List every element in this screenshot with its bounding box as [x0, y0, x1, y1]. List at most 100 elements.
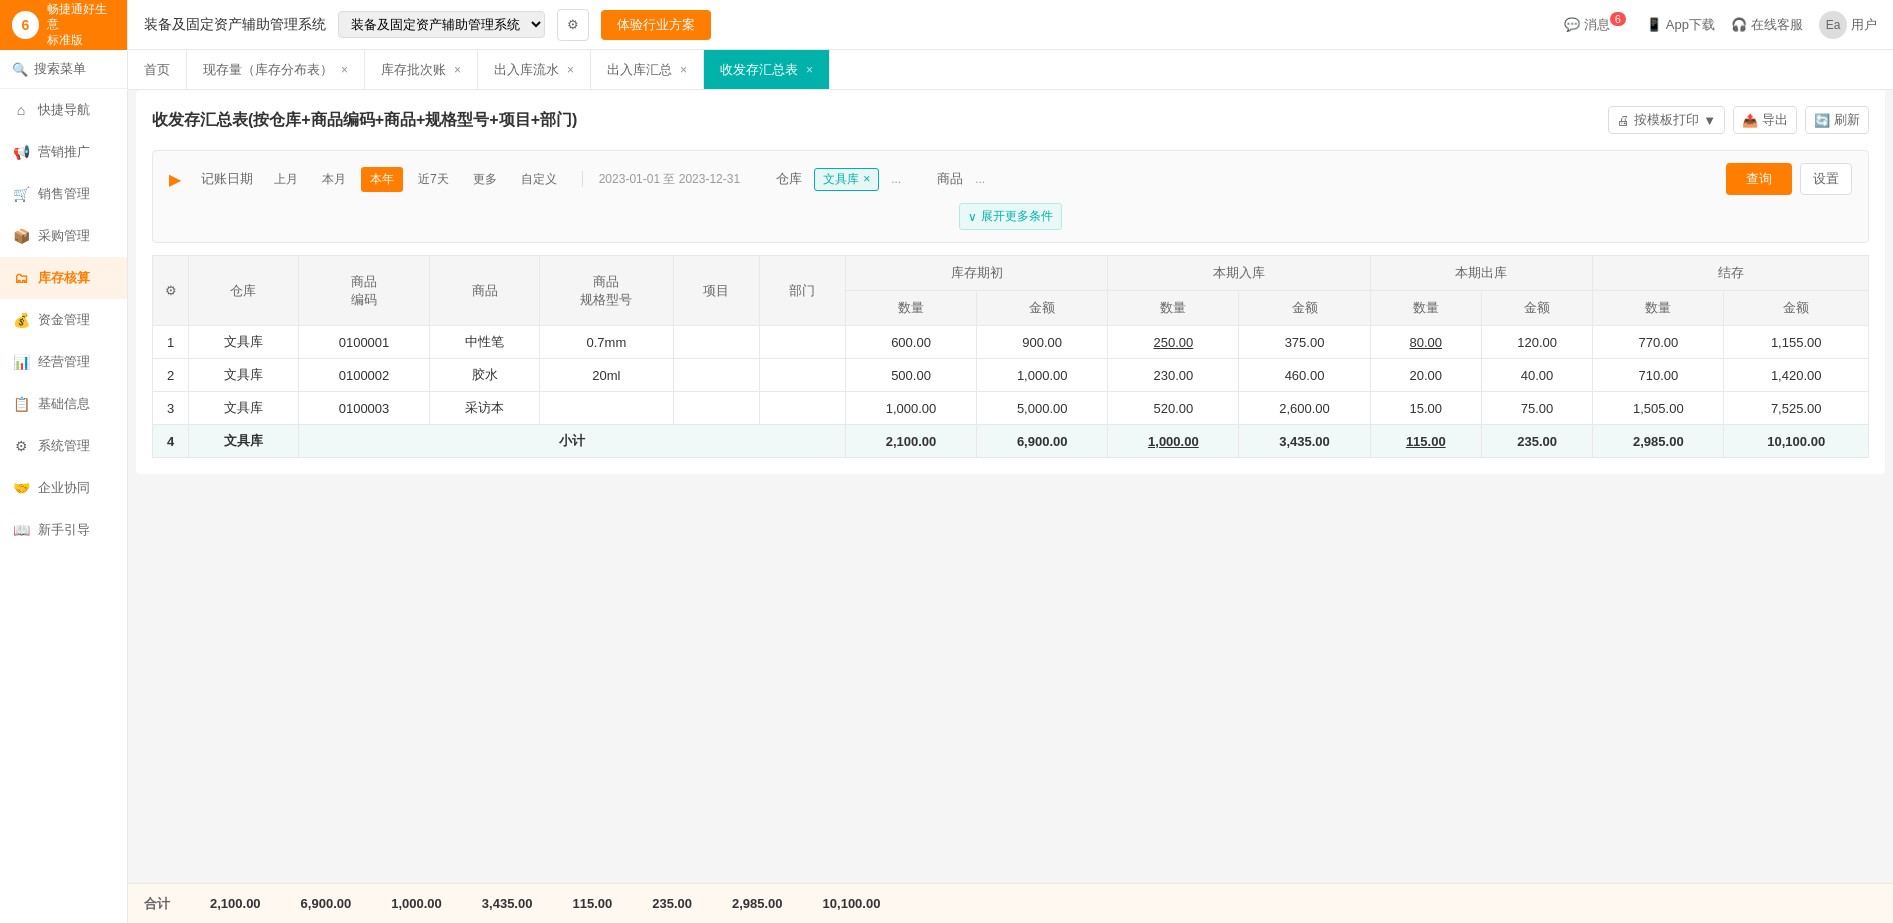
- app-logo-text: 畅捷通好生意 标准版: [47, 2, 115, 49]
- row-inbound-qty[interactable]: 250.00: [1108, 326, 1239, 359]
- row-balance-amt: 1,420.00: [1724, 359, 1869, 392]
- message-icon: 💬: [1564, 17, 1580, 32]
- sidebar-item-basic[interactable]: 📋基础信息: [0, 383, 127, 425]
- warehouse-tag-close-btn[interactable]: ×: [863, 172, 870, 186]
- message-btn[interactable]: 💬 消息 6: [1564, 16, 1630, 34]
- sidebar-item-enterprise[interactable]: 🤝企业协同: [0, 467, 127, 509]
- date-btn-更多[interactable]: 更多: [464, 167, 506, 192]
- col-goods-spec-header: 商品规格型号: [540, 256, 674, 326]
- goods-more-btn[interactable]: ...: [975, 172, 985, 186]
- row-goods-spec: 20ml: [540, 359, 674, 392]
- total-label: 合计: [144, 895, 170, 913]
- tab-home[interactable]: 首页: [128, 50, 187, 90]
- sidebar-item-label-guide: 新手引导: [38, 521, 90, 539]
- sidebar-item-label-inventory: 库存核算: [38, 269, 90, 287]
- tab-close-inventory-dist[interactable]: ×: [341, 63, 348, 77]
- query-btn[interactable]: 查询: [1726, 163, 1792, 195]
- date-btn-自定义[interactable]: 自定义: [512, 167, 566, 192]
- row-balance-amt: 1,155.00: [1724, 326, 1869, 359]
- table-header-row-1: ⚙ 仓库 商品编码 商品 商品规格型号 项目 部门 库存期初 本期入库 本期出库…: [153, 256, 1869, 291]
- page-title-actions: 🖨 按模板打印 ▼ 📤 导出 🔄 刷新: [1608, 106, 1869, 134]
- table-row: 1 文具库 0100001 中性笔 0.7mm 600.00 900.00 25…: [153, 326, 1869, 359]
- app-download-label: App下载: [1666, 16, 1715, 34]
- content-area: 收发存汇总表(按仓库+商品编码+商品+规格型号+项目+部门) 🖨 按模板打印 ▼…: [136, 90, 1885, 474]
- export-btn[interactable]: 📤 导出: [1733, 106, 1797, 134]
- tab-close-receive-summary[interactable]: ×: [806, 63, 813, 77]
- subtotal-opening-qty: 2,100.00: [845, 425, 976, 458]
- online-service-label: 在线客服: [1751, 16, 1803, 34]
- tab-close-batch[interactable]: ×: [454, 63, 461, 77]
- user-btn[interactable]: Ea 用户: [1819, 11, 1877, 39]
- row-opening-amt: 1,000.00: [977, 359, 1108, 392]
- tab-inout-flow[interactable]: 出入库流水×: [478, 50, 591, 90]
- expand-arrow-btn[interactable]: ▶: [169, 170, 181, 189]
- tab-inout-summary[interactable]: 出入库汇总×: [591, 50, 704, 90]
- sidebar-item-label-purchase: 采购管理: [38, 227, 90, 245]
- col-opening-amt-header: 金额: [977, 291, 1108, 326]
- sidebar-logo: 6 畅捷通好生意 标准版: [0, 0, 127, 50]
- col-outbound-amt-header: 金额: [1481, 291, 1592, 326]
- col-inbound-amt-header: 金额: [1239, 291, 1370, 326]
- app-logo-icon: 6: [12, 11, 39, 39]
- row-balance-amt: 7,525.00: [1724, 392, 1869, 425]
- finance-icon: 💰: [12, 311, 30, 329]
- row-goods-code: 0100002: [298, 359, 429, 392]
- row-opening-amt: 5,000.00: [977, 392, 1108, 425]
- warehouse-more-btn[interactable]: ...: [891, 172, 901, 186]
- phone-icon: 📱: [1646, 17, 1662, 32]
- sidebar-item-label-enterprise: 企业协同: [38, 479, 90, 497]
- experience-industry-btn[interactable]: 体验行业方案: [601, 10, 711, 40]
- topbar-right: 💬 消息 6 📱 App下载 🎧 在线客服 Ea 用户: [1564, 11, 1877, 39]
- col-settings-header[interactable]: ⚙: [153, 256, 189, 326]
- sidebar-item-quick-nav[interactable]: ⌂快捷导航: [0, 89, 127, 131]
- date-btn-本年[interactable]: 本年: [361, 167, 403, 192]
- sidebar-item-finance[interactable]: 💰资金管理: [0, 299, 127, 341]
- app-download-btn[interactable]: 📱 App下载: [1646, 16, 1715, 34]
- data-table-container: ⚙ 仓库 商品编码 商品 商品规格型号 项目 部门 库存期初 本期入库 本期出库…: [152, 255, 1869, 458]
- row-warehouse: 文具库: [189, 326, 299, 359]
- print-btn[interactable]: 🖨 按模板打印 ▼: [1608, 106, 1725, 134]
- sidebar-item-purchase[interactable]: 📦采购管理: [0, 215, 127, 257]
- main-content: 收发存汇总表(按仓库+商品编码+商品+规格型号+项目+部门) 🖨 按模板打印 ▼…: [128, 90, 1893, 923]
- sidebar-item-inventory[interactable]: 🗂库存核算: [0, 257, 127, 299]
- tab-close-inout-flow[interactable]: ×: [567, 63, 574, 77]
- filter-setting-btn[interactable]: 设置: [1800, 163, 1852, 195]
- col-inbound-qty-header: 数量: [1108, 291, 1239, 326]
- sidebar-item-guide[interactable]: 📖新手引导: [0, 509, 127, 551]
- sidebar-search[interactable]: 🔍 搜索菜单: [0, 50, 127, 89]
- subtotal-balance-qty: 2,985.00: [1593, 425, 1724, 458]
- tab-receive-summary[interactable]: 收发存汇总表×: [704, 50, 830, 90]
- date-btn-上月[interactable]: 上月: [265, 167, 307, 192]
- sidebar-item-marketing[interactable]: 📢营销推广: [0, 131, 127, 173]
- sidebar-item-sales[interactable]: 🛒销售管理: [0, 173, 127, 215]
- sidebar-item-operations[interactable]: 📊经营管理: [0, 341, 127, 383]
- topbar-left: 装备及固定资产辅助管理系统 装备及固定资产辅助管理系统 ⚙ 体验行业方案: [144, 9, 711, 41]
- row-outbound-qty: 15.00: [1370, 392, 1481, 425]
- expand-more-conditions-btn[interactable]: ∨ 展开更多条件: [959, 203, 1062, 230]
- sidebar-search-label: 搜索菜单: [34, 60, 86, 78]
- row-goods-name: 胶水: [430, 359, 540, 392]
- subtotal-row: 4 文具库 小计 2,100.00 6,900.00 1,000.00 3,43…: [153, 425, 1869, 458]
- row-outbound-qty[interactable]: 80.00: [1370, 326, 1481, 359]
- row-inbound-qty: 520.00: [1108, 392, 1239, 425]
- sidebar-item-system[interactable]: ⚙系统管理: [0, 425, 127, 467]
- row-warehouse: 文具库: [189, 359, 299, 392]
- row-no: 1: [153, 326, 189, 359]
- refresh-btn[interactable]: 🔄 刷新: [1805, 106, 1869, 134]
- col-dept-header: 部门: [759, 256, 845, 326]
- topbar-gear-btn[interactable]: ⚙: [557, 9, 589, 41]
- date-btn-近7天[interactable]: 近7天: [409, 167, 458, 192]
- tab-batch[interactable]: 库存批次账×: [365, 50, 478, 90]
- topbar-system-select[interactable]: 装备及固定资产辅助管理系统: [338, 11, 545, 38]
- tab-inventory-dist[interactable]: 现存量（库存分布表）×: [187, 50, 365, 90]
- date-filter-group: 上月本月本年近7天更多自定义: [265, 167, 566, 192]
- online-service-btn[interactable]: 🎧 在线客服: [1731, 16, 1803, 34]
- tab-close-inout-summary[interactable]: ×: [680, 63, 687, 77]
- table-row: 3 文具库 0100003 采访本 1,000.00 5,000.00 520.…: [153, 392, 1869, 425]
- subtotal-no: 4: [153, 425, 189, 458]
- system-icon: ⚙: [12, 437, 30, 455]
- total-opening-qty: 2,100.00: [210, 896, 261, 911]
- row-opening-qty: 600.00: [845, 326, 976, 359]
- print-icon: 🖨: [1617, 113, 1630, 128]
- date-btn-本月[interactable]: 本月: [313, 167, 355, 192]
